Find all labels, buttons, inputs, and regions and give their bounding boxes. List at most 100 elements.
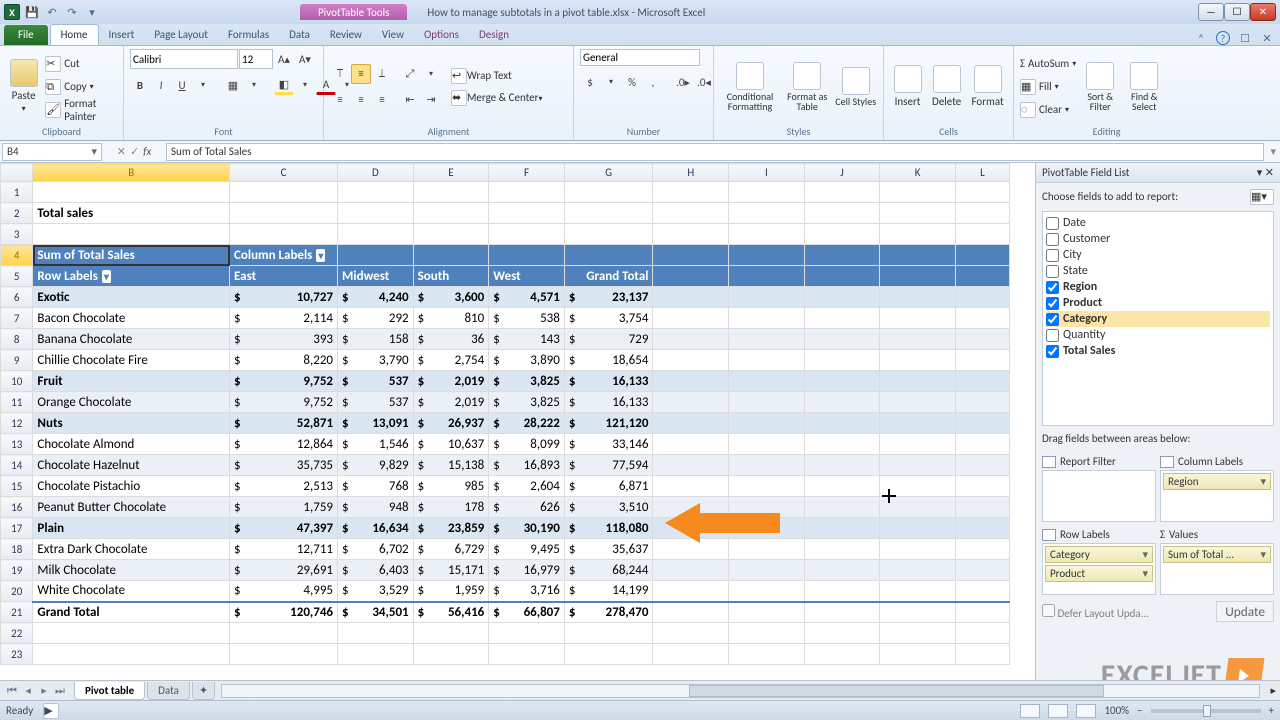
cell[interactable]: $3,529 (338, 581, 414, 602)
bold-button[interactable]: B (130, 75, 150, 95)
field-checkbox[interactable]: City (1046, 247, 1270, 263)
italic-button[interactable]: I (151, 75, 171, 95)
cell[interactable]: $18,654 (564, 350, 653, 371)
cell[interactable]: $4,240 (338, 287, 414, 308)
cell[interactable]: $3,600 (413, 287, 489, 308)
page-break-view-icon[interactable] (1076, 704, 1096, 718)
column-header[interactable]: D (338, 164, 414, 182)
format-cells-button[interactable]: Format (968, 51, 1007, 123)
column-header[interactable]: L (955, 164, 1009, 182)
chip-category[interactable]: Category▾ (1045, 546, 1153, 563)
borders-button[interactable]: ▦ (223, 75, 243, 95)
window-close-icon[interactable]: ✕ (1260, 31, 1274, 45)
increase-indent-icon[interactable]: ⇥ (421, 90, 441, 110)
cell[interactable]: $292 (338, 308, 414, 329)
cell[interactable]: $810 (413, 308, 489, 329)
subtotal-row-label[interactable]: Fruit (33, 371, 230, 392)
chip-product[interactable]: Product▾ (1045, 565, 1153, 582)
cell[interactable]: $2,513 (230, 476, 338, 497)
merge-center-button[interactable]: ⬌Merge & Center▾ (451, 90, 543, 106)
fill-color-button[interactable]: ◧ (274, 75, 294, 95)
cell[interactable]: $1,546 (338, 434, 414, 455)
item-row-label[interactable]: Chocolate Pistachio (33, 476, 230, 497)
cell[interactable]: $16,133 (564, 371, 653, 392)
column-header[interactable]: B (33, 164, 230, 182)
align-left-icon[interactable]: ≡ (330, 90, 350, 110)
cell[interactable]: $35,735 (230, 455, 338, 476)
tab-data[interactable]: Data (279, 25, 320, 45)
cell[interactable]: $143 (489, 329, 565, 350)
item-row-label[interactable]: Chocolate Hazelnut (33, 455, 230, 476)
cell[interactable]: $15,138 (413, 455, 489, 476)
cell[interactable]: $158 (338, 329, 414, 350)
grid[interactable]: BCDEFGHIJKL12Total sales34Sum of Total S… (0, 163, 1035, 680)
cell[interactable]: $118,080 (564, 518, 653, 539)
enter-icon[interactable]: ✓ (130, 145, 139, 158)
row-header[interactable]: 7 (1, 308, 33, 329)
cell[interactable]: $15,171 (413, 560, 489, 581)
field-checkbox[interactable]: Product (1046, 295, 1270, 311)
column-label[interactable]: East (230, 266, 338, 287)
row-header[interactable]: 13 (1, 434, 33, 455)
find-select-button[interactable]: Find & Select (1124, 51, 1164, 123)
row-header[interactable]: 11 (1, 392, 33, 413)
wrap-text-button[interactable]: ↩Wrap Text (451, 68, 543, 84)
maximize-button[interactable]: ☐ (1224, 3, 1250, 21)
last-sheet-icon[interactable]: ⏭ (52, 684, 68, 698)
format-as-table-button[interactable]: Format as Table (784, 51, 830, 123)
tab-design[interactable]: Design (469, 25, 519, 45)
cell[interactable]: $26,937 (413, 413, 489, 434)
cell[interactable]: $10,637 (413, 434, 489, 455)
paste-button[interactable]: Paste ▾ (6, 51, 41, 123)
column-header[interactable]: F (489, 164, 565, 182)
column-header[interactable]: C (230, 164, 338, 182)
field-checkbox[interactable]: Category (1046, 311, 1270, 327)
cell[interactable]: $6,702 (338, 539, 414, 560)
tab-options[interactable]: Options (414, 25, 469, 45)
defer-layout-checkbox[interactable]: Defer Layout Upda... (1042, 604, 1149, 620)
row-header[interactable]: 23 (1, 644, 33, 665)
window-restore-icon[interactable]: ☐ (1238, 31, 1252, 45)
row-header[interactable]: 2 (1, 203, 33, 224)
cell[interactable]: $29,691 (230, 560, 338, 581)
qat-dropdown-icon[interactable]: ▾ (84, 4, 100, 20)
row-header[interactable]: 22 (1, 623, 33, 644)
horizontal-scrollbar[interactable] (221, 684, 1260, 698)
grow-font-icon[interactable]: A▴ (274, 49, 294, 69)
column-label[interactable]: South (413, 266, 489, 287)
cell[interactable]: $28,222 (489, 413, 565, 434)
fx-icon[interactable]: fx (143, 145, 151, 158)
cell[interactable]: $4,571 (489, 287, 565, 308)
save-icon[interactable]: 💾 (24, 4, 40, 20)
tab-formulas[interactable]: Formulas (218, 25, 279, 45)
cell[interactable]: $52,871 (230, 413, 338, 434)
formula-input[interactable]: Sum of Total Sales (166, 143, 1264, 161)
accounting-format-icon[interactable]: $ (580, 72, 600, 92)
item-row-label[interactable]: Chillie Chocolate Fire (33, 350, 230, 371)
column-label[interactable]: Grand Total (564, 266, 653, 287)
help-icon[interactable]: ? (1216, 31, 1230, 45)
item-row-label[interactable]: White Chocolate (33, 581, 230, 602)
sheet-tab-data[interactable]: Data (147, 682, 190, 700)
cell[interactable]: $4,995 (230, 581, 338, 602)
row-header[interactable]: 6 (1, 287, 33, 308)
row-header[interactable]: 5 (1, 266, 33, 287)
cell[interactable]: $1,759 (230, 497, 338, 518)
row-header[interactable]: 3 (1, 224, 33, 245)
column-header[interactable]: G (564, 164, 653, 182)
tab-page-layout[interactable]: Page Layout (144, 25, 218, 45)
orientation-icon[interactable]: ⤢ (400, 64, 420, 84)
column-header[interactable]: E (413, 164, 489, 182)
field-checkbox[interactable]: State (1046, 263, 1270, 279)
cell[interactable]: $121,120 (564, 413, 653, 434)
row-header[interactable]: 9 (1, 350, 33, 371)
cell[interactable]: $12,864 (230, 434, 338, 455)
shrink-font-icon[interactable]: A▾ (295, 49, 315, 69)
tab-insert[interactable]: Insert (99, 25, 145, 45)
cell[interactable]: $3,510 (564, 497, 653, 518)
column-header[interactable] (1, 164, 33, 182)
tab-file[interactable]: File (4, 25, 48, 45)
cell[interactable]: $120,746 (230, 602, 338, 623)
cell[interactable]: $3,825 (489, 371, 565, 392)
chip-sum-total[interactable]: Sum of Total ...▾ (1163, 546, 1271, 563)
